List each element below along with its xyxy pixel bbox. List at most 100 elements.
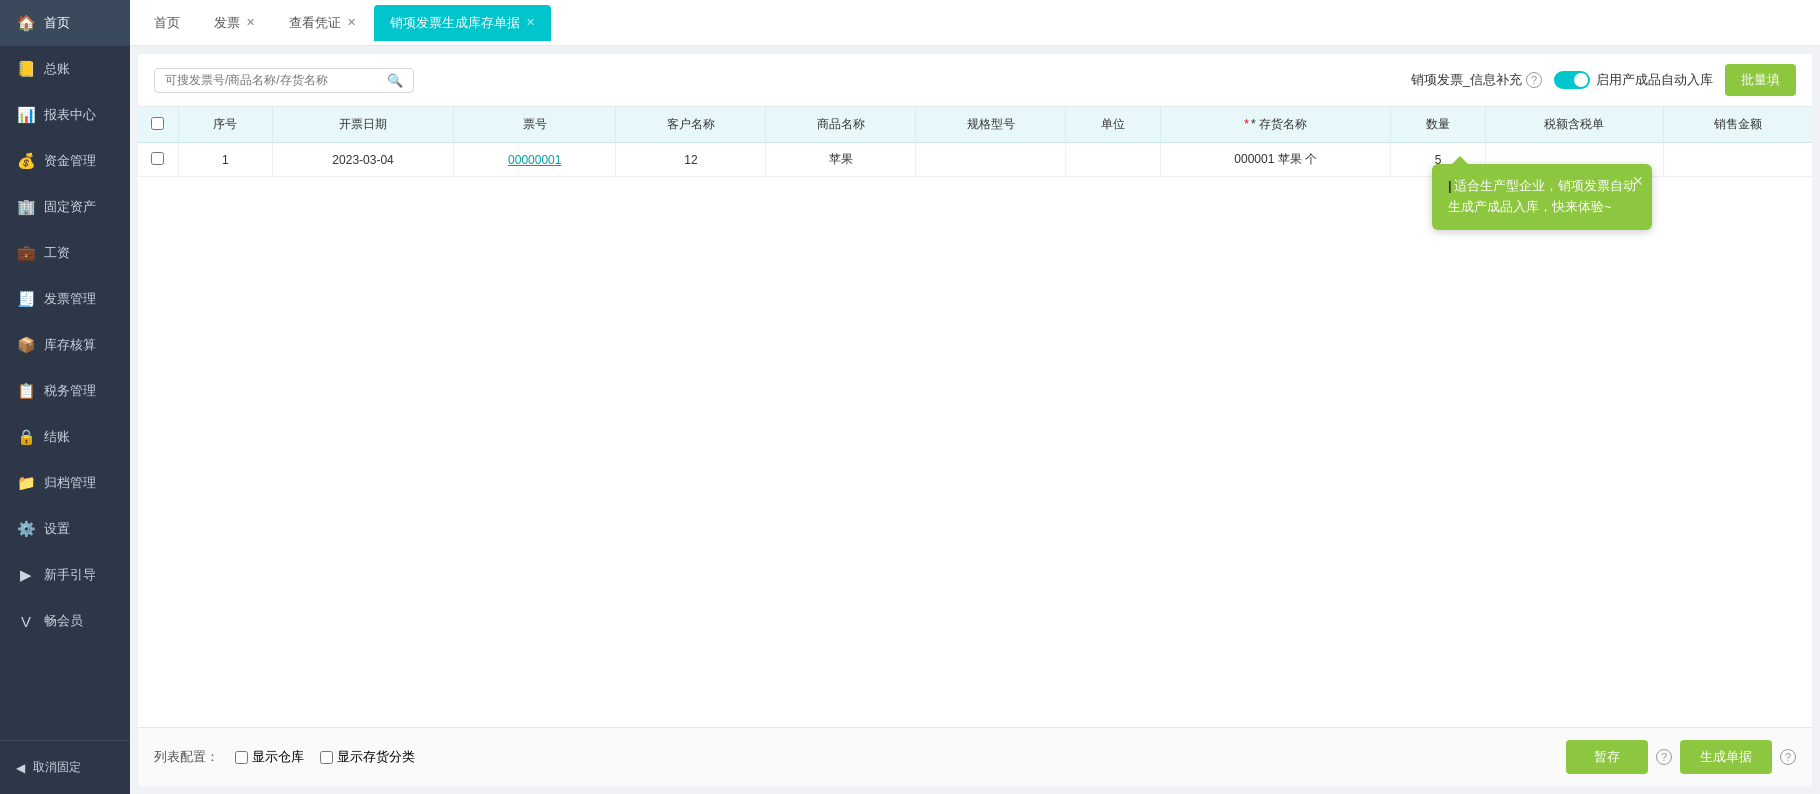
sidebar-item-inventory[interactable]: 📦 库存核算 bbox=[0, 322, 130, 368]
generate-help-icon[interactable]: ? bbox=[1780, 749, 1796, 765]
sidebar-item-vip[interactable]: V 畅会员 bbox=[0, 598, 130, 644]
row-number[interactable]: 00000001 bbox=[454, 143, 616, 177]
sidebar-label-reports: 报表中心 bbox=[44, 106, 96, 124]
pin-toggle[interactable]: ◀ 取消固定 bbox=[0, 749, 130, 786]
footer-config: 列表配置： 显示仓库 显示存货分类 bbox=[154, 748, 1550, 766]
tab-home[interactable]: 首页 bbox=[138, 5, 196, 41]
sidebar-item-closing[interactable]: 🔒 结账 bbox=[0, 414, 130, 460]
info-help-icon[interactable]: ? bbox=[1526, 72, 1542, 88]
save-button[interactable]: 暂存 bbox=[1566, 740, 1648, 774]
row-checkbox[interactable] bbox=[151, 152, 164, 165]
sidebar-label-home: 首页 bbox=[44, 14, 70, 32]
footer-actions: 暂存 ? 生成单据 ? bbox=[1566, 740, 1796, 774]
invoice-icon: 🧾 bbox=[16, 290, 36, 308]
content-panel: 🔍 销项发票_信息补充 ? 启用产成品自动入库 批量填 bbox=[138, 54, 1812, 786]
sidebar-label-archive: 归档管理 bbox=[44, 474, 96, 492]
sidebar-item-home[interactable]: 🏠 首页 bbox=[0, 0, 130, 46]
save-help-icon[interactable]: ? bbox=[1656, 749, 1672, 765]
sidebar-label-wages: 工资 bbox=[44, 244, 70, 262]
sidebar-item-wages[interactable]: 💼 工资 bbox=[0, 230, 130, 276]
sidebar-item-ledger[interactable]: 📒 总账 bbox=[0, 46, 130, 92]
generate-button[interactable]: 生成单据 bbox=[1680, 740, 1772, 774]
tab-invoice-close[interactable]: ✕ bbox=[246, 16, 255, 29]
toolbar-right: 销项发票_信息补充 ? 启用产成品自动入库 批量填 bbox=[1411, 64, 1796, 96]
closing-icon: 🔒 bbox=[16, 428, 36, 446]
ledger-icon: 📒 bbox=[16, 60, 36, 78]
table-header-row: 序号 开票日期 票号 客户名称 商品名称 规格型号 单位 ** 存货名称 数量 … bbox=[138, 107, 1812, 143]
search-box[interactable]: 🔍 bbox=[154, 68, 414, 93]
select-all-checkbox[interactable] bbox=[151, 117, 164, 130]
guide-icon: ▶ bbox=[16, 566, 36, 584]
show-category-label: 显示存货分类 bbox=[337, 748, 415, 766]
sidebar-item-funds[interactable]: 💰 资金管理 bbox=[0, 138, 130, 184]
tab-credit-note-close[interactable]: ✕ bbox=[526, 16, 535, 29]
vip-icon: V bbox=[16, 613, 36, 630]
inventory-icon: 📦 bbox=[16, 336, 36, 354]
tooltip-text: 适合生产型企业，销项发票自动生成产成品入库，快来体验~ bbox=[1448, 178, 1636, 214]
sidebar-label-vip: 畅会员 bbox=[44, 612, 83, 630]
tab-invoice[interactable]: 发票 ✕ bbox=[198, 5, 271, 41]
sidebar-label-invoice: 发票管理 bbox=[44, 290, 96, 308]
tab-credit-note-label: 销项发票生成库存单据 bbox=[390, 14, 520, 32]
toggle-label: 启用产成品自动入库 bbox=[1596, 71, 1713, 89]
home-icon: 🏠 bbox=[16, 14, 36, 32]
sidebar-item-settings[interactable]: ⚙️ 设置 bbox=[0, 506, 130, 552]
pin-icon: ◀ bbox=[16, 761, 25, 775]
tab-invoice-label: 发票 bbox=[214, 14, 240, 32]
row-seq: 1 bbox=[178, 143, 273, 177]
th-price-check: 税额含税单 bbox=[1485, 107, 1663, 143]
toggle-knob bbox=[1574, 73, 1588, 87]
show-category-checkbox[interactable] bbox=[320, 751, 333, 764]
funds-icon: 💰 bbox=[16, 152, 36, 170]
tab-voucher-close[interactable]: ✕ bbox=[347, 16, 356, 29]
show-warehouse-wrap: 显示仓库 bbox=[235, 748, 304, 766]
th-model: 规格型号 bbox=[916, 107, 1066, 143]
sidebar-label-closing: 结账 bbox=[44, 428, 70, 446]
tooltip-popup: ✕ |适合生产型企业，销项发票自动生成产成品入库，快来体验~ bbox=[1432, 164, 1652, 230]
info-label: 销项发票_信息补充 ? bbox=[1411, 71, 1542, 89]
row-customer: 12 bbox=[616, 143, 766, 177]
th-unit: 单位 bbox=[1066, 107, 1161, 143]
sidebar-bottom: ◀ 取消固定 bbox=[0, 740, 130, 794]
tax-icon: 📋 bbox=[16, 382, 36, 400]
sidebar-label-ledger: 总账 bbox=[44, 60, 70, 78]
auto-warehouse-toggle[interactable] bbox=[1554, 71, 1590, 89]
sidebar-item-invoice[interactable]: 🧾 发票管理 bbox=[0, 276, 130, 322]
search-icon: 🔍 bbox=[387, 73, 403, 88]
sidebar-label-settings: 设置 bbox=[44, 520, 70, 538]
reports-icon: 📊 bbox=[16, 106, 36, 124]
archive-icon: 📁 bbox=[16, 474, 36, 492]
th-amount: 销售金额 bbox=[1663, 107, 1812, 143]
row-unit bbox=[1066, 143, 1161, 177]
tooltip-close-icon[interactable]: ✕ bbox=[1632, 170, 1644, 192]
sidebar-item-tax[interactable]: 📋 税务管理 bbox=[0, 368, 130, 414]
show-category-wrap: 显示存货分类 bbox=[320, 748, 415, 766]
pin-label: 取消固定 bbox=[33, 759, 81, 776]
th-seq: 序号 bbox=[178, 107, 273, 143]
th-customer: 客户名称 bbox=[616, 107, 766, 143]
sidebar-item-assets[interactable]: 🏢 固定资产 bbox=[0, 184, 130, 230]
th-checkbox bbox=[138, 107, 178, 143]
search-input[interactable] bbox=[165, 73, 387, 87]
sidebar: 🏠 首页 📒 总账 📊 报表中心 💰 资金管理 🏢 固定资产 💼 工资 🧾 发票… bbox=[0, 0, 130, 794]
show-warehouse-checkbox[interactable] bbox=[235, 751, 248, 764]
sidebar-item-archive[interactable]: 📁 归档管理 bbox=[0, 460, 130, 506]
toggle-wrap: 启用产成品自动入库 bbox=[1554, 71, 1713, 89]
th-inventory: ** 存货名称 bbox=[1161, 107, 1391, 143]
wages-icon: 💼 bbox=[16, 244, 36, 262]
required-star: * bbox=[1244, 117, 1249, 131]
sidebar-label-assets: 固定资产 bbox=[44, 198, 96, 216]
tab-voucher-label: 查看凭证 bbox=[289, 14, 341, 32]
sidebar-label-guide: 新手引导 bbox=[44, 566, 96, 584]
sidebar-item-reports[interactable]: 📊 报表中心 bbox=[0, 92, 130, 138]
row-date: 2023-03-04 bbox=[273, 143, 454, 177]
row-checkbox-cell bbox=[138, 143, 178, 177]
sidebar-label-tax: 税务管理 bbox=[44, 382, 96, 400]
tab-voucher[interactable]: 查看凭证 ✕ bbox=[273, 5, 372, 41]
batch-fill-button[interactable]: 批量填 bbox=[1725, 64, 1796, 96]
settings-icon: ⚙️ bbox=[16, 520, 36, 538]
row-model bbox=[916, 143, 1066, 177]
sidebar-item-guide[interactable]: ▶ 新手引导 bbox=[0, 552, 130, 598]
tab-credit-note[interactable]: 销项发票生成库存单据 ✕ bbox=[374, 5, 551, 41]
show-warehouse-label: 显示仓库 bbox=[252, 748, 304, 766]
